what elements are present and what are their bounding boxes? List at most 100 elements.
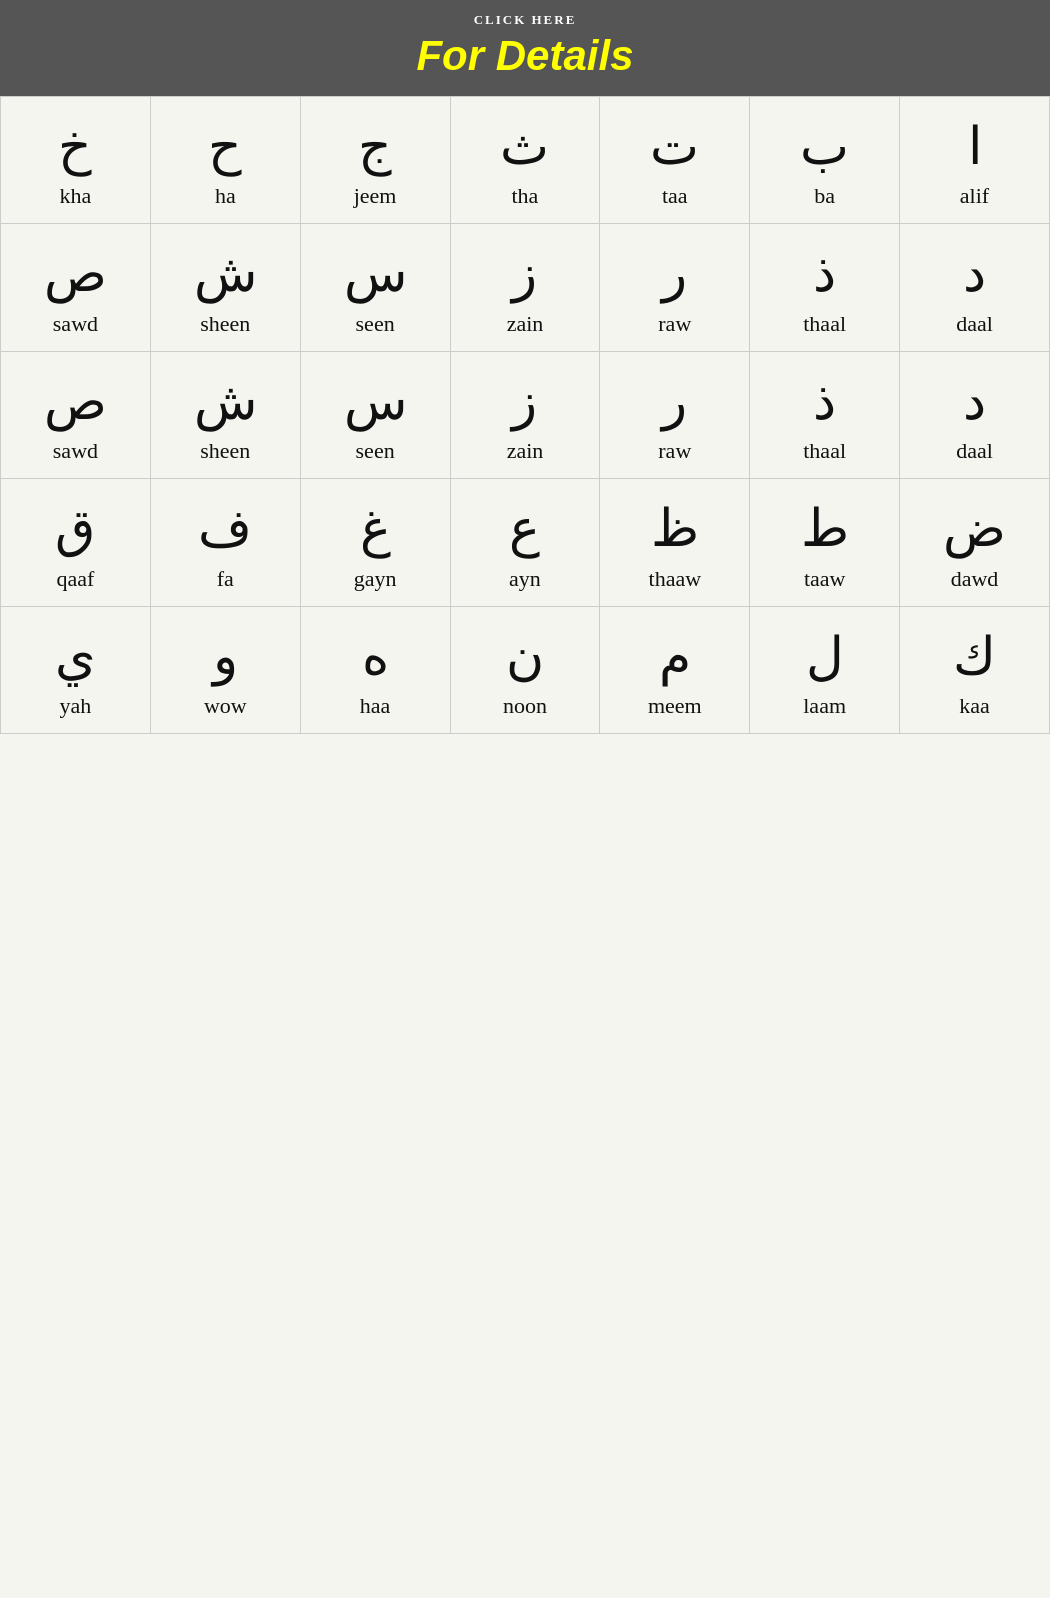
latin-transliteration: tha [459,183,592,209]
arabic-character: م [608,625,741,687]
alphabet-cell: و wow [150,606,300,733]
latin-transliteration: fa [159,566,292,592]
latin-transliteration: dawd [908,566,1041,592]
latin-transliteration: kha [9,183,142,209]
arabic-character: د [908,370,1041,432]
arabic-character: ز [459,370,592,432]
arabic-character: ر [608,370,741,432]
latin-transliteration: thaaw [608,566,741,592]
alphabet-cell: سseen [300,224,450,351]
alphabet-cell: ر raw [600,224,750,351]
latin-transliteration: daal [908,311,1041,337]
latin-transliteration: zain [459,438,592,464]
alphabet-cell: ب ba [750,97,900,224]
arabic-character: ف [159,497,292,559]
alphabet-cell: م meem [600,606,750,733]
alphabet-cell: ذthaal [750,224,900,351]
arabic-character: س [309,242,442,304]
arabic-character: ع [459,497,592,559]
alphabet-cell: خ kha [1,97,151,224]
table-row: خ kha ح ha ج jeem ث tha ت taa ب ba اalif [1,97,1050,224]
arabic-character: ت [608,115,741,177]
arabic-character: ي [9,625,142,687]
latin-transliteration: yah [9,693,142,719]
alphabet-cell: ض dawd [900,479,1050,606]
arabic-character: ن [459,625,592,687]
arabic-character: ش [159,242,292,304]
alphabet-cell: دdaal [900,224,1050,351]
latin-transliteration: raw [608,438,741,464]
latin-transliteration: daal [908,438,1041,464]
latin-transliteration: laam [758,693,891,719]
arabic-character: ث [459,115,592,177]
latin-transliteration: taa [608,183,741,209]
alphabet-cell: ش sheen [150,224,300,351]
arabic-character: ذ [758,370,891,432]
alphabet-cell: ز zain [450,224,600,351]
alphabet-cell: ق qaaf [1,479,151,606]
arabic-character: ذ [758,242,891,304]
arabic-character: ح [159,115,292,177]
alphabet-cell: ف fa [150,479,300,606]
alphabet-cell: ث tha [450,97,600,224]
latin-transliteration: haa [309,693,442,719]
arabic-character: خ [9,115,142,177]
alphabet-cell: ح ha [150,97,300,224]
arabic-character: ج [309,115,442,177]
alphabet-table: خkhaحhaجjeemثthaتtaaبbaاalifصsawdشsheenس… [0,96,1050,734]
alphabet-cell: غ gayn [300,479,450,606]
latin-transliteration: raw [608,311,741,337]
alphabet-cell: شsheen [150,351,300,478]
latin-transliteration: ba [758,183,891,209]
latin-transliteration: ha [159,183,292,209]
latin-transliteration: noon [459,693,592,719]
alphabet-cell: ص sawd [1,224,151,351]
arabic-character: ق [9,497,142,559]
latin-transliteration: thaal [758,438,891,464]
arabic-character: ص [9,370,142,432]
arabic-character: و [159,625,292,687]
arabic-character: ا [908,115,1041,177]
latin-transliteration: kaa [908,693,1041,719]
arabic-character: ل [758,625,891,687]
arabic-character: ظ [608,497,741,559]
arabic-character: ك [908,625,1041,687]
table-row: ص sawd شsheenس seen ز zain ر raw ذ thaal د daal [1,351,1050,478]
arabic-character: ب [758,115,891,177]
arabic-character: س [309,370,442,432]
alphabet-cell: اalif [900,97,1050,224]
table-row: ي yah و wow ه haa ن noon م meem ل laam ك kaa [1,606,1050,733]
alphabet-cell: ط taaw [750,479,900,606]
alphabet-cell: عayn [450,479,600,606]
latin-transliteration: sheen [159,311,292,337]
arabic-character: ص [9,242,142,304]
alphabet-cell: د daal [900,351,1050,478]
alphabet-cell: ل laam [750,606,900,733]
latin-transliteration: zain [459,311,592,337]
arabic-character: غ [309,497,442,559]
latin-transliteration: qaaf [9,566,142,592]
latin-transliteration: sawd [9,438,142,464]
latin-transliteration: taaw [758,566,891,592]
arabic-character: ر [608,242,741,304]
header-banner[interactable]: CLICK HERE For Details [0,0,1050,96]
arabic-character: ز [459,242,592,304]
arabic-character: ه [309,625,442,687]
for-details-label: For Details [8,32,1042,80]
latin-transliteration: sawd [9,311,142,337]
latin-transliteration: jeem [309,183,442,209]
table-row: ق qaaf ف fa غ gayn عaynظ thaaw ط taaw ض dawd [1,479,1050,606]
latin-transliteration: meem [608,693,741,719]
alphabet-cell: ص sawd [1,351,151,478]
alphabet-cell: ر raw [600,351,750,478]
latin-transliteration: seen [309,438,442,464]
alphabet-cell: ت taa [600,97,750,224]
table-row: ص sawd ش sheen سseenز zain ر raw ذthaalدdaal [1,224,1050,351]
arabic-character: ض [908,497,1041,559]
alphabet-cell: ي yah [1,606,151,733]
alphabet-cell: ز zain [450,351,600,478]
latin-transliteration: gayn [309,566,442,592]
alphabet-cell: ن noon [450,606,600,733]
latin-transliteration: wow [159,693,292,719]
arabic-character: ط [758,497,891,559]
